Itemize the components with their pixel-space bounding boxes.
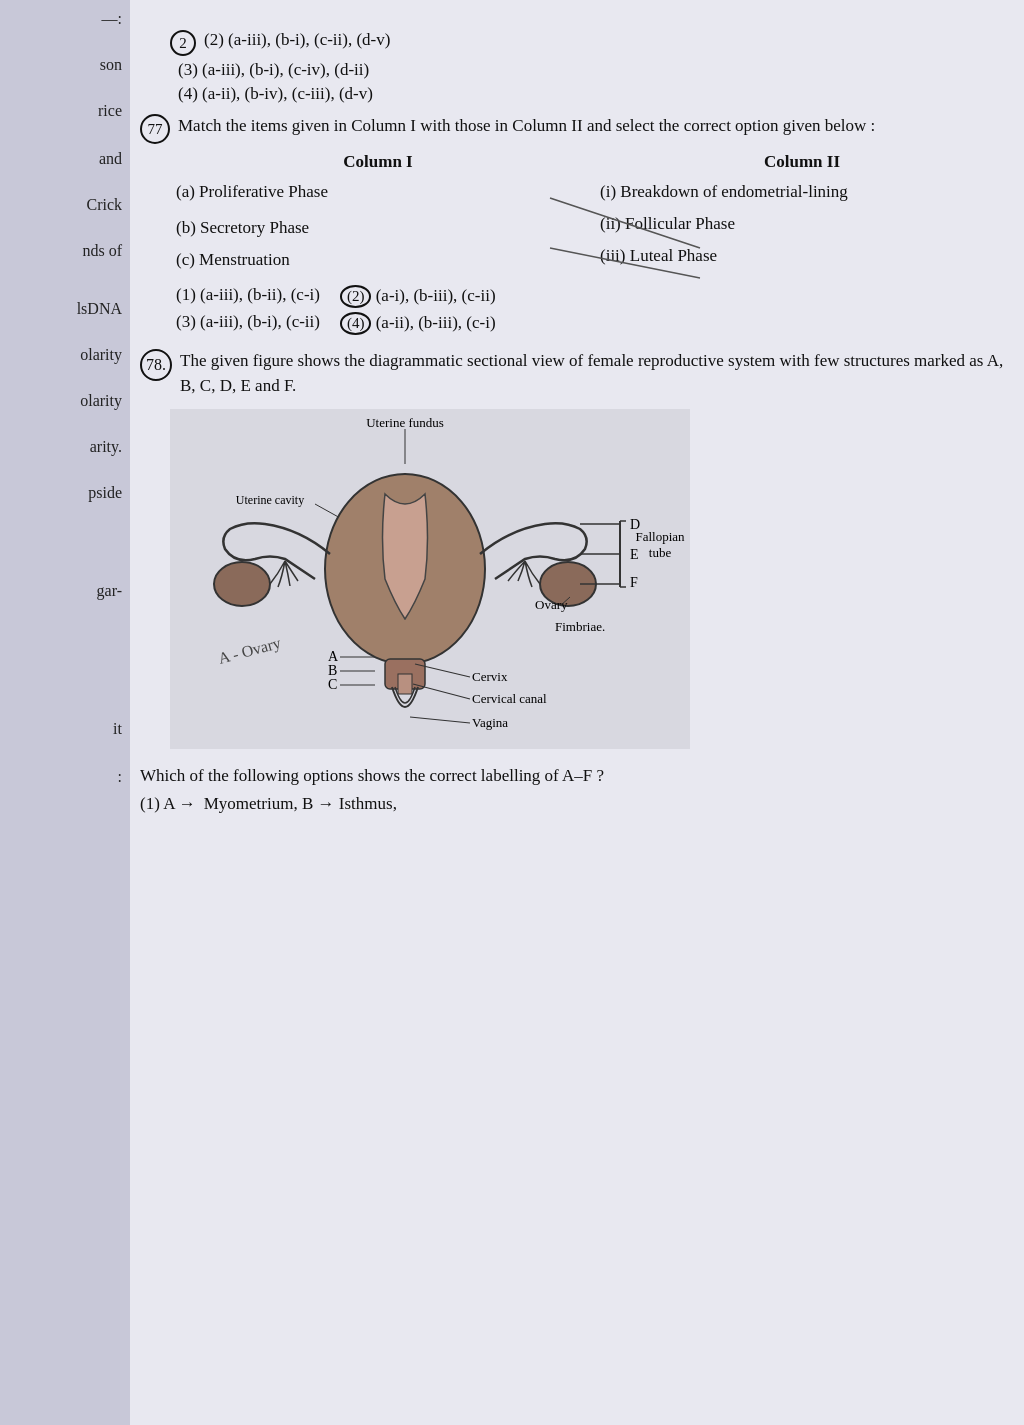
q77-ans1-text: (1) (a-iii), (b-ii), (c-i)	[176, 285, 320, 304]
label-fimbriae: Fimbriae.	[555, 619, 605, 634]
label-fallopian: Fallopian	[635, 529, 685, 544]
q2-opt4: (4) (a-ii), (b-iv), (c-iii), (d-v)	[178, 84, 1004, 104]
last-line-text: Myometrium, B → Isthmus,	[204, 794, 397, 814]
label-uterine-cavity: Uterine cavity	[236, 493, 304, 507]
left-label-arity: arity.	[5, 438, 130, 456]
label-uterine-fundus: Uterine fundus	[366, 415, 444, 430]
left-label-crick: Crick	[5, 196, 130, 214]
which-text-span: Which of the following options shows the…	[140, 766, 604, 785]
left-label-dsdna: lsDNA	[5, 300, 130, 318]
left-label-dash: —:	[5, 10, 130, 28]
col1-item-c: (c) Menstruation	[176, 248, 580, 272]
q77-ans1: (1) (a-iii), (b-ii), (c-i)	[176, 285, 320, 308]
left-labels-container: —: son rice and Crick nds of lsDNA olari…	[5, 0, 130, 814]
q77-text: Match the items given in Column I with t…	[178, 116, 875, 135]
question-78: 78. The given figure shows the diagramma…	[140, 349, 1004, 814]
q77-answer-options: (1) (a-iii), (b-ii), (c-i) (2) (a-i), (b…	[176, 285, 1004, 335]
main-content: 2 (2) (a-iii), (b-i), (c-ii), (d-v) (3) …	[130, 20, 1024, 836]
q77-ans4-circled: (4)	[340, 312, 372, 335]
circled-2: 2	[170, 30, 196, 56]
svg-rect-9	[398, 674, 412, 694]
q2-options: 2 (2) (a-iii), (b-i), (c-ii), (d-v) (3) …	[170, 30, 1004, 104]
q2-opt3-text: (3) (a-iii), (b-i), (c-iv), (d-ii)	[178, 60, 369, 80]
left-label-pside: pside	[5, 484, 130, 502]
last-line-label: (1) A →	[140, 794, 196, 814]
left-label-olarity2: olarity	[5, 392, 130, 410]
col2-item-ii: (ii) Follicular Phase	[600, 212, 1004, 236]
col1-item-a: (a) Proliferative Phase	[176, 180, 580, 204]
q78-which-text: Which of the following options shows the…	[140, 764, 1004, 789]
q77-ans2-circled: (2)	[340, 285, 372, 308]
q78-text: The given figure shows the diagrammatic …	[180, 349, 1004, 398]
svg-point-6	[214, 562, 270, 606]
left-label-son: son	[5, 56, 130, 74]
figure-section: Uterine fundus Uterine cavity	[170, 409, 690, 754]
left-label-gar: gar-	[5, 582, 130, 600]
label-vagina: Vagina	[472, 715, 508, 730]
left-label-ndsof: nds of	[5, 242, 130, 260]
label-C: C	[328, 677, 337, 692]
column-II: Column II (i) Breakdown of endometrial-l…	[600, 152, 1004, 279]
column-I: Column I (a) Proliferative Phase (b) Sec…	[176, 152, 580, 279]
left-label-it: it	[5, 720, 130, 738]
q78-number-circle: 78.	[140, 349, 172, 381]
q77-ans3: (3) (a-iii), (b-i), (c-ii)	[176, 312, 320, 335]
col2-item-i: (i) Breakdown of endometrial-lining	[600, 180, 1004, 204]
page: —: son rice and Crick nds of lsDNA olari…	[0, 0, 1024, 1425]
q77-ans4-text: (a-ii), (b-iii), (c-i)	[376, 313, 496, 332]
q77-ans3-text: (3) (a-iii), (b-i), (c-ii)	[176, 312, 320, 331]
q77-ans4: (4) (a-ii), (b-iii), (c-i)	[340, 312, 496, 335]
col1-item-b: (b) Secretory Phase	[176, 216, 580, 240]
col2-item-iii: (iii) Luteal Phase	[600, 244, 1004, 268]
q2-opt4-text: (4) (a-ii), (b-iv), (c-iii), (d-v)	[178, 84, 373, 104]
left-label-colon: :	[5, 768, 130, 786]
q77-ans2-text: (a-i), (b-iii), (c-ii)	[376, 286, 496, 305]
label-cervix: Cervix	[472, 669, 508, 684]
label-A: A	[328, 649, 339, 664]
q77-ans2: (2) (a-i), (b-iii), (c-ii)	[340, 285, 496, 308]
label-E: E	[630, 547, 639, 562]
q2-opt2: 2 (2) (a-iii), (b-i), (c-ii), (d-v)	[170, 30, 1004, 56]
col2-header: Column II	[600, 152, 1004, 172]
label-F: F	[630, 575, 638, 590]
left-label-rice: rice	[5, 102, 130, 120]
q2-opt2-text: (2) (a-iii), (b-i), (c-ii), (d-v)	[204, 30, 390, 50]
question-77: 77 Match the items given in Column I wit…	[140, 114, 1004, 335]
left-label-olarity1: olarity	[5, 346, 130, 364]
col1-header: Column I	[176, 152, 580, 172]
reproductive-diagram: Uterine fundus Uterine cavity	[170, 409, 690, 749]
label-cervical-canal: Cervical canal	[472, 691, 547, 706]
q2-opt3: (3) (a-iii), (b-i), (c-iv), (d-ii)	[178, 60, 1004, 80]
last-answer-line: (1) A → Myometrium, B → Isthmus,	[140, 794, 1004, 814]
left-label-and: and	[5, 150, 130, 168]
q77-number-circle: 77	[140, 114, 170, 144]
label-B: B	[328, 663, 337, 678]
label-ovary: Ovary	[535, 597, 568, 612]
label-tube: tube	[649, 545, 672, 560]
